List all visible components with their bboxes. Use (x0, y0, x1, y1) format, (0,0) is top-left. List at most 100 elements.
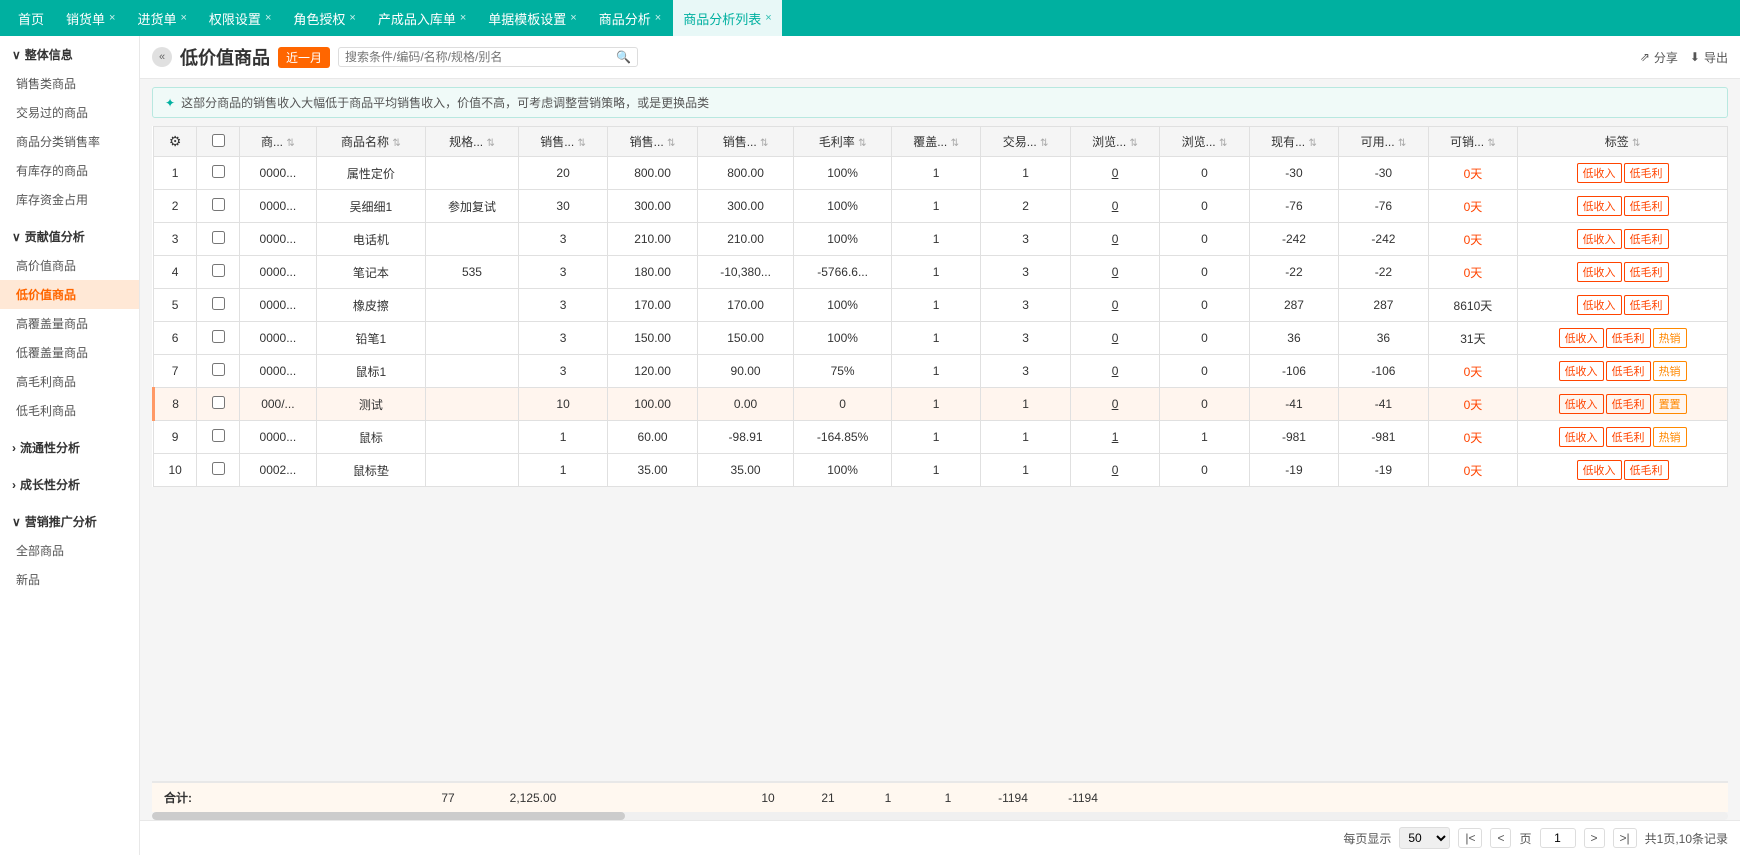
col-code[interactable]: 商... ⇅ (240, 127, 317, 157)
row-checkbox[interactable] (212, 231, 225, 244)
next-page-button[interactable]: > (1584, 828, 1605, 848)
cell-checkbox[interactable] (197, 157, 240, 190)
browse-link[interactable]: 0 (1112, 166, 1119, 180)
share-button[interactable]: ⇗ 分享 (1640, 49, 1678, 66)
col-margin[interactable]: 毛利率 ⇅ (794, 127, 892, 157)
per-page-select[interactable]: 50 20 100 (1399, 827, 1450, 849)
sidebar-item-high-coverage[interactable]: 高覆盖量商品 (0, 309, 139, 338)
page-input[interactable] (1540, 828, 1576, 848)
browse-link[interactable]: 0 (1112, 232, 1119, 246)
sidebar-item-low-coverage[interactable]: 低覆盖量商品 (0, 338, 139, 367)
col-transaction[interactable]: 交易... ⇅ (981, 127, 1070, 157)
browse-link[interactable]: 0 (1112, 463, 1119, 477)
nav-product-analysis[interactable]: 商品分析 × (589, 0, 671, 36)
filter-tag[interactable]: 近一月 (278, 47, 330, 68)
sidebar-group-growth-header[interactable]: › 成长性分析 (0, 470, 139, 499)
cell-checkbox[interactable] (197, 355, 240, 388)
prev-page-button[interactable]: < (1490, 828, 1511, 848)
browse-link[interactable]: 0 (1112, 265, 1119, 279)
nav-purchase-order[interactable]: 进货单 × (127, 0, 196, 36)
row-checkbox[interactable] (212, 462, 225, 475)
col-browse2[interactable]: 浏览... ⇅ (1160, 127, 1249, 157)
sidebar-item-low-value[interactable]: 低价值商品 (0, 280, 139, 309)
cell-checkbox[interactable] (197, 322, 240, 355)
search-icon[interactable]: 🔍 (616, 50, 631, 64)
cell-checkbox[interactable] (197, 223, 240, 256)
nav-template-settings[interactable]: 单据模板设置 × (478, 0, 586, 36)
sidebar-group-contribution-header[interactable]: ∨ 贡献值分析 (0, 222, 139, 251)
col-avail-inv[interactable]: 可用... ⇅ (1339, 127, 1428, 157)
cell-checkbox[interactable] (197, 454, 240, 487)
sidebar-group-marketing-header[interactable]: ∨ 营销推广分析 (0, 507, 139, 536)
close-purchase-order-icon[interactable]: × (180, 12, 186, 24)
table-container[interactable]: ⚙ 商... ⇅ 商品名称 ⇅ 规格... ⇅ 销售... ⇅ 销售... ⇅ … (152, 126, 1728, 781)
row-checkbox[interactable] (212, 330, 225, 343)
nav-product-analysis-list[interactable]: 商品分析列表 × (673, 0, 781, 36)
col-settings[interactable]: ⚙ (154, 127, 197, 157)
row-checkbox[interactable] (212, 396, 225, 409)
col-current-inv[interactable]: 现有... ⇅ (1249, 127, 1338, 157)
cell-checkbox[interactable] (197, 190, 240, 223)
close-product-warehouse-icon[interactable]: × (460, 12, 466, 24)
cell-checkbox[interactable] (197, 289, 240, 322)
sidebar-item-all-goods[interactable]: 全部商品 (0, 536, 139, 565)
close-product-analysis-icon[interactable]: × (655, 12, 661, 24)
first-page-button[interactable]: |< (1458, 828, 1482, 848)
row-checkbox[interactable] (212, 264, 225, 277)
col-coverage[interactable]: 覆盖... ⇅ (891, 127, 980, 157)
sidebar-group-circulation-header[interactable]: › 流通性分析 (0, 433, 139, 462)
col-browse1[interactable]: 浏览... ⇅ (1070, 127, 1159, 157)
sidebar-item-stock-goods[interactable]: 有库存的商品 (0, 156, 139, 185)
collapse-sidebar-button[interactable]: « (152, 47, 172, 67)
nav-permissions[interactable]: 权限设置 × (199, 0, 281, 36)
row-checkbox[interactable] (212, 198, 225, 211)
export-button[interactable]: ⬇ 导出 (1690, 49, 1728, 66)
sidebar-item-traded-goods[interactable]: 交易过的商品 (0, 98, 139, 127)
close-template-icon[interactable]: × (570, 12, 576, 24)
row-checkbox[interactable] (212, 297, 225, 310)
browse-link[interactable]: 0 (1112, 298, 1119, 312)
row-checkbox[interactable] (212, 165, 225, 178)
cell-s2: 35.00 (608, 454, 697, 487)
col-name[interactable]: 商品名称 ⇅ (316, 127, 425, 157)
col-saleable-inv[interactable]: 可销... ⇅ (1428, 127, 1517, 157)
browse-link[interactable]: 0 (1112, 364, 1119, 378)
close-permissions-icon[interactable]: × (265, 12, 271, 24)
sidebar-item-new-goods[interactable]: 新品 (0, 565, 139, 594)
col-tags[interactable]: 标签 ⇅ (1518, 127, 1728, 157)
close-product-analysis-list-icon[interactable]: × (765, 12, 771, 24)
cell-checkbox[interactable] (197, 388, 240, 421)
browse-link[interactable]: 0 (1112, 397, 1119, 411)
sidebar-item-category-sales-rate[interactable]: 商品分类销售率 (0, 127, 139, 156)
cell-checkbox[interactable] (197, 421, 240, 454)
col-sales3[interactable]: 销售... ⇅ (697, 127, 794, 157)
sidebar-item-high-value[interactable]: 高价值商品 (0, 251, 139, 280)
select-all-checkbox[interactable] (212, 134, 225, 147)
nav-product-warehouse[interactable]: 产成品入库单 × (368, 0, 476, 36)
search-input[interactable] (345, 50, 612, 64)
cell-spec: 535 (426, 256, 519, 289)
sidebar-group-overall-header[interactable]: ∨ 整体信息 (0, 40, 139, 69)
cell-s3: 35.00 (697, 454, 794, 487)
close-role-auth-icon[interactable]: × (349, 12, 355, 24)
row-checkbox[interactable] (212, 429, 225, 442)
cell-s2: 120.00 (608, 355, 697, 388)
close-sales-order-icon[interactable]: × (109, 12, 115, 24)
col-sales2[interactable]: 销售... ⇅ (608, 127, 697, 157)
sidebar-item-low-margin[interactable]: 低毛利商品 (0, 396, 139, 425)
col-spec[interactable]: 规格... ⇅ (426, 127, 519, 157)
browse-link[interactable]: 0 (1112, 199, 1119, 213)
browse-link[interactable]: 0 (1112, 331, 1119, 345)
browse-link[interactable]: 1 (1112, 430, 1119, 444)
sidebar-item-high-margin[interactable]: 高毛利商品 (0, 367, 139, 396)
nav-sales-order[interactable]: 销货单 × (56, 0, 125, 36)
nav-home[interactable]: 首页 (8, 0, 54, 36)
cell-checkbox[interactable] (197, 256, 240, 289)
col-checkbox[interactable] (197, 127, 240, 157)
last-page-button[interactable]: >| (1613, 828, 1637, 848)
sidebar-item-stock-funds[interactable]: 库存资金占用 (0, 185, 139, 214)
row-checkbox[interactable] (212, 363, 225, 376)
sidebar-item-sales-goods[interactable]: 销售类商品 (0, 69, 139, 98)
col-sales1[interactable]: 销售... ⇅ (518, 127, 607, 157)
nav-role-auth[interactable]: 角色授权 × (283, 0, 365, 36)
